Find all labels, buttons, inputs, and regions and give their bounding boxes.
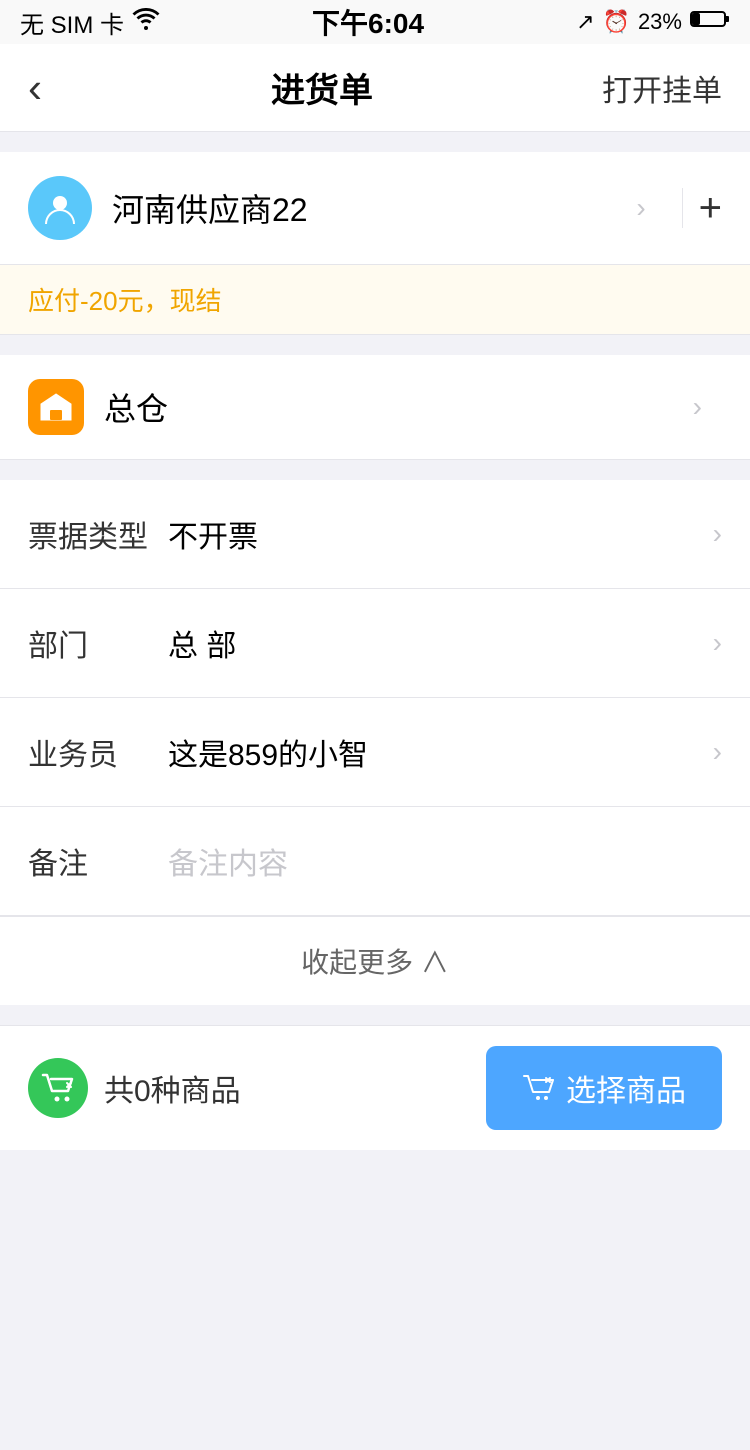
product-count: 共0种商品 [104, 1066, 241, 1110]
section-divider-2 [0, 460, 750, 480]
alarm-icon: ⏰ [603, 9, 630, 35]
product-info: 共0种商品 [28, 1058, 241, 1118]
supplier-name[interactable]: 河南供应商22 [112, 185, 636, 231]
notice-text: 应付-20元，现结 [28, 286, 222, 316]
remarks-input[interactable]: 备注内容 [168, 839, 722, 883]
wifi-icon [132, 8, 160, 37]
collapse-button[interactable]: 收起更多 ∧ [0, 916, 750, 1005]
battery-icon [690, 9, 730, 35]
remarks-row[interactable]: 备注 备注内容 [0, 807, 750, 916]
salesman-value: 这是859的小智 [168, 730, 713, 774]
warehouse-section: 总仓 › [0, 355, 750, 460]
form-section: 票据类型 不开票 › 部门 总 部 › 业务员 这是859的小智 › 备注 备注… [0, 480, 750, 1005]
location-icon: ↗ [576, 9, 594, 35]
invoice-chevron-icon: › [713, 518, 722, 550]
invoice-row[interactable]: 票据类型 不开票 › [0, 480, 750, 589]
supplier-chevron-icon: › [636, 192, 645, 224]
department-value: 总 部 [168, 621, 713, 665]
supplier-divider [682, 188, 683, 228]
supplier-avatar [28, 176, 92, 240]
back-button[interactable]: ‹ [28, 67, 42, 109]
add-supplier-button[interactable]: + [699, 188, 722, 228]
status-left: 无 SIM 卡 [20, 5, 160, 40]
warehouse-icon [28, 379, 84, 435]
battery-text: 23% [638, 9, 682, 35]
supplier-section: 河南供应商22 › + 应付-20元，现结 [0, 152, 750, 335]
status-right: ↗ ⏰ 23% [576, 9, 730, 35]
nav-bar: ‹ 进货单 打开挂单 [0, 44, 750, 132]
collapse-text: 收起更多 ∧ [301, 941, 449, 981]
carrier-text: 无 SIM 卡 [20, 5, 124, 40]
remarks-label: 备注 [28, 839, 168, 883]
bottom-bar: 共0种商品 选择商品 [0, 1025, 750, 1150]
page-title: 进货单 [271, 63, 373, 112]
notice-banner: 应付-20元，现结 [0, 265, 750, 335]
status-bar: 无 SIM 卡 下午6:04 ↗ ⏰ 23% [0, 0, 750, 44]
supplier-row: 河南供应商22 › + [0, 152, 750, 265]
warehouse-chevron-icon: › [693, 391, 702, 423]
page-background [0, 1150, 750, 1450]
invoice-label: 票据类型 [28, 512, 168, 556]
select-product-label: 选择商品 [566, 1066, 686, 1110]
department-row[interactable]: 部门 总 部 › [0, 589, 750, 698]
cart-icon [28, 1058, 88, 1118]
open-pending-button[interactable]: 打开挂单 [602, 66, 722, 110]
salesman-chevron-icon: › [713, 736, 722, 768]
invoice-value: 不开票 [168, 512, 713, 556]
select-product-button[interactable]: 选择商品 [486, 1046, 722, 1130]
salesman-label: 业务员 [28, 730, 168, 774]
status-time: 下午6:04 [312, 2, 424, 42]
warehouse-row[interactable]: 总仓 › [0, 355, 750, 460]
top-divider [0, 132, 750, 152]
department-chevron-icon: › [713, 627, 722, 659]
warehouse-name: 总仓 [104, 384, 693, 430]
section-divider-1 [0, 335, 750, 355]
salesman-row[interactable]: 业务员 这是859的小智 › [0, 698, 750, 807]
department-label: 部门 [28, 621, 168, 665]
